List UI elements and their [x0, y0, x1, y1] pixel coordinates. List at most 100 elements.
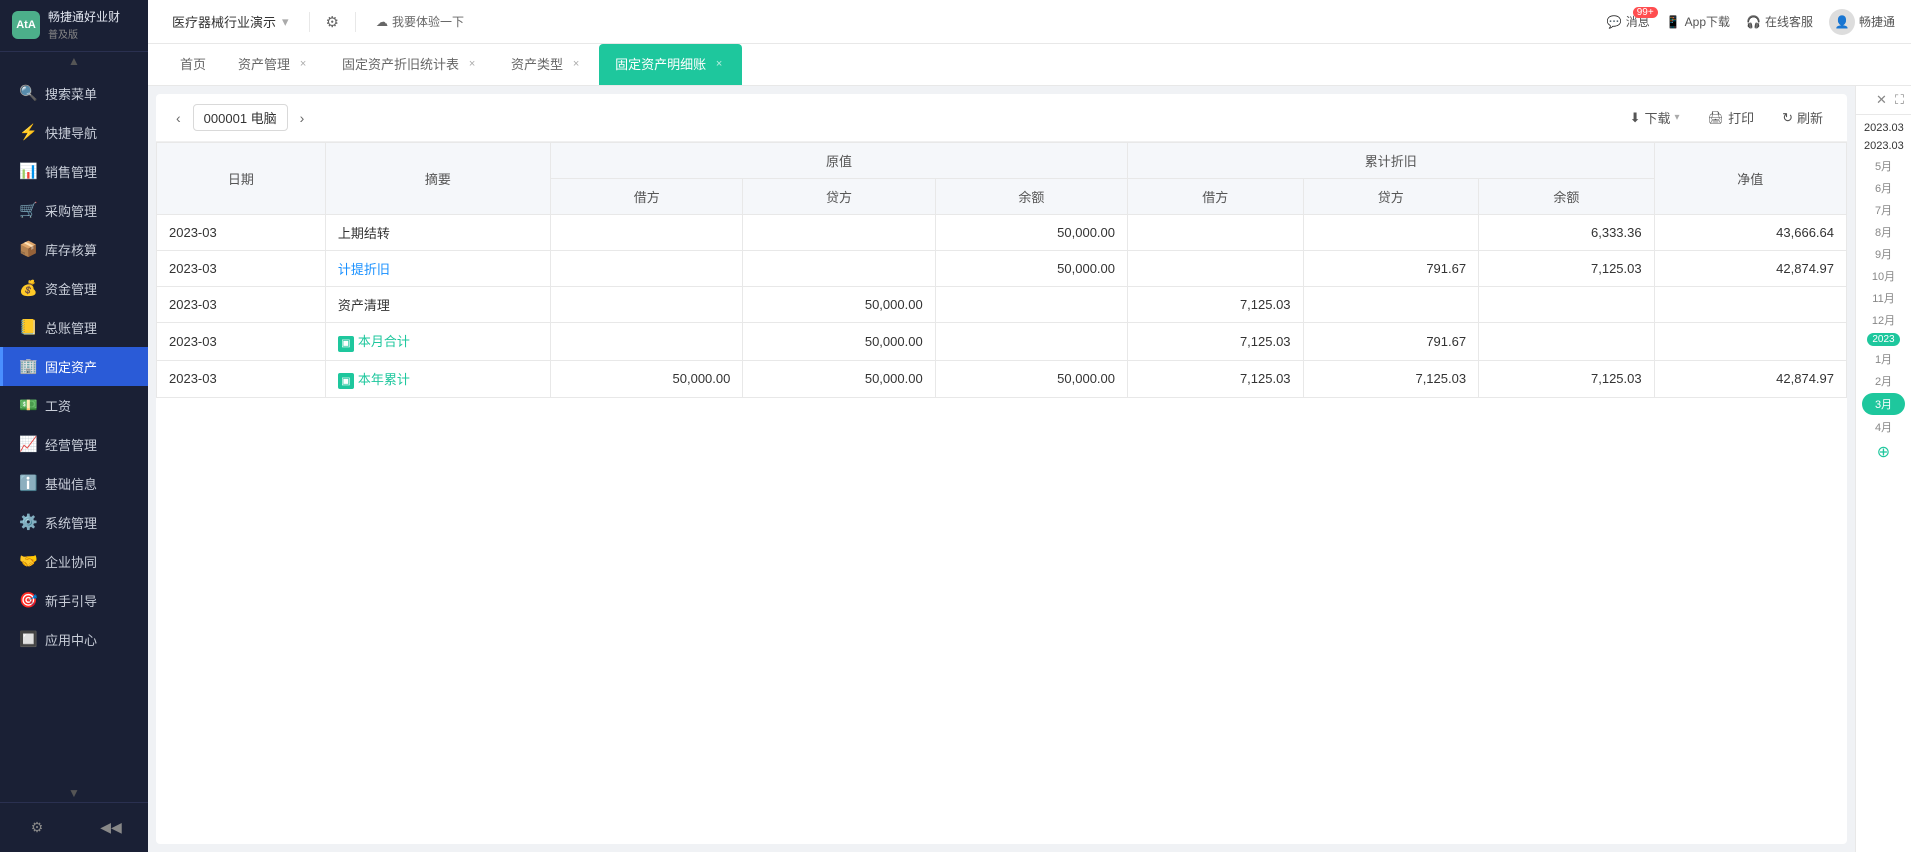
tab-home-label: 首页 — [180, 54, 206, 73]
prev-asset-button[interactable]: ‹ — [172, 108, 185, 128]
expand-panel-button[interactable]: ⛶ — [1892, 90, 1907, 110]
messages-button[interactable]: 💬 消息 99+ — [1607, 13, 1650, 30]
close-panel-button[interactable]: ✕ — [1873, 90, 1890, 110]
cell-dep-debit — [1128, 215, 1304, 251]
main-panel: ‹ 000001 电脑 › ⬇ 下载 ▾ 🖨 打印 ↻ 刷新 — [156, 94, 1847, 844]
timeline-month[interactable]: 9月 — [1856, 243, 1911, 265]
sidebar-item-label: 新手引导 — [45, 591, 97, 610]
tab-asset-type[interactable]: 资产类型 × — [495, 44, 599, 85]
sidebar-item-funds[interactable]: 💰 资金管理 — [0, 269, 148, 308]
cell-dep-balance — [1479, 287, 1655, 323]
app-download-button[interactable]: 📱 App下载 — [1666, 13, 1730, 30]
sidebar-scroll-down[interactable]: ▼ — [68, 786, 80, 800]
col-orig-balance: 余额 — [935, 179, 1127, 215]
sidebar-item-label: 企业协同 — [45, 552, 97, 571]
cell-net-value: 43,666.64 — [1654, 215, 1846, 251]
sidebar-item-ledger[interactable]: 📒 总账管理 — [0, 308, 148, 347]
asset-code-display: 000001 电脑 — [193, 104, 288, 131]
sidebar-scroll-up[interactable]: ▲ — [68, 54, 80, 68]
cell-dep-credit: 791.67 — [1303, 323, 1479, 361]
col-net-value: 净值 — [1654, 143, 1846, 215]
inventory-icon: 📦 — [19, 240, 37, 258]
tab-asset-detail-ledger-close[interactable]: × — [712, 57, 726, 71]
print-button[interactable]: 🖨 打印 — [1700, 104, 1763, 131]
refresh-button[interactable]: ↻ 刷新 — [1774, 104, 1831, 131]
summary-text: 资产清理 — [338, 298, 390, 313]
sidebar-item-inventory[interactable]: 📦 库存核算 — [0, 230, 148, 269]
cell-date: 2023-03 — [157, 360, 326, 398]
cell-dep-balance: 7,125.03 — [1479, 360, 1655, 398]
cell-orig-balance: 50,000.00 — [935, 215, 1127, 251]
user-menu[interactable]: 👤 畅捷通 — [1829, 9, 1895, 35]
sidebar-item-label: 应用中心 — [45, 630, 97, 649]
sidebar-bottom: ⚙ ◀◀ — [0, 802, 148, 852]
apps-icon: 🔲 — [19, 630, 37, 648]
sidebar-item-guide[interactable]: 🎯 新手引导 — [0, 581, 148, 620]
header-divider-2 — [355, 12, 356, 32]
refresh-icon: ↻ — [1782, 110, 1793, 126]
experience-button[interactable]: ☁ 我要体验一下 — [368, 9, 472, 34]
tab-depreciation-stats-close[interactable]: × — [465, 57, 479, 71]
sidebar-item-purchase[interactable]: 🛒 采购管理 — [0, 191, 148, 230]
customer-service-button[interactable]: 🎧 在线客服 — [1746, 13, 1813, 30]
sidebar-settings-button[interactable]: ⚙ — [0, 811, 74, 844]
sidebar-item-collab[interactable]: 🤝 企业协同 — [0, 542, 148, 581]
timeline-month[interactable]: 1月 — [1856, 348, 1911, 370]
sidebar-item-sales[interactable]: 📊 销售管理 — [0, 152, 148, 191]
sidebar-item-basic-info[interactable]: ℹ️ 基础信息 — [0, 464, 148, 503]
sales-icon: 📊 — [19, 162, 37, 180]
header-settings-button[interactable]: ⚙ — [322, 9, 343, 35]
timeline-month[interactable]: 12月 — [1856, 309, 1911, 331]
next-asset-button[interactable]: › — [296, 108, 309, 128]
timeline-month[interactable]: 2月 — [1856, 370, 1911, 392]
tab-asset-type-close[interactable]: × — [569, 57, 583, 71]
sidebar-collapse-button[interactable]: ◀◀ — [74, 811, 148, 844]
logo-icon: AtA — [12, 11, 40, 39]
sidebar-item-quick-nav[interactable]: ⚡ 快捷导航 — [0, 113, 148, 152]
timeline-month[interactable]: 5月 — [1856, 155, 1911, 177]
tab-depreciation-stats[interactable]: 固定资产折旧统计表 × — [326, 44, 495, 85]
cloud-icon: ☁ — [376, 15, 388, 29]
tab-depreciation-stats-label: 固定资产折旧统计表 — [342, 54, 459, 73]
sidebar-item-label: 总账管理 — [45, 318, 97, 337]
timeline-month[interactable]: 8月 — [1856, 221, 1911, 243]
download-button[interactable]: ⬇ 下载 ▾ — [1622, 104, 1688, 131]
timeline-month[interactable]: 6月 — [1856, 177, 1911, 199]
timeline-month-active[interactable]: 3月 — [1862, 393, 1905, 415]
purchase-icon: 🛒 — [19, 201, 37, 219]
print-label: 打印 — [1728, 108, 1754, 127]
sidebar-item-label: 快捷导航 — [45, 123, 97, 142]
headset-icon: 🎧 — [1746, 15, 1761, 29]
tab-asset-detail-ledger[interactable]: 固定资产明细账 × — [599, 44, 742, 85]
timeline-month[interactable]: 7月 — [1856, 199, 1911, 221]
sidebar-item-apps[interactable]: 🔲 应用中心 — [0, 620, 148, 659]
timeline-month[interactable]: 10月 — [1856, 265, 1911, 287]
tab-asset-management[interactable]: 资产管理 × — [222, 44, 326, 85]
download-icon: ⬇ — [1630, 110, 1641, 126]
asset-navigation: ‹ 000001 电脑 › ⬇ 下载 ▾ 🖨 打印 ↻ 刷新 — [156, 94, 1847, 142]
tab-asset-management-close[interactable]: × — [296, 57, 310, 71]
cell-dep-balance — [1479, 323, 1655, 361]
cell-summary: 计提折旧 — [325, 251, 550, 287]
sidebar-item-payroll[interactable]: 💵 工资 — [0, 386, 148, 425]
cell-orig-balance — [935, 287, 1127, 323]
sidebar-item-search[interactable]: 🔍 搜索菜单 — [0, 74, 148, 113]
payroll-icon: 💵 — [19, 396, 37, 414]
sidebar-item-fixed-assets[interactable]: 🏢 固定资产 — [0, 347, 148, 386]
sidebar-item-system[interactable]: ⚙️ 系统管理 — [0, 503, 148, 542]
timeline-month[interactable]: 4月 — [1856, 416, 1911, 438]
cell-orig-credit: 50,000.00 — [743, 360, 935, 398]
timeline-month[interactable]: 11月 — [1856, 287, 1911, 309]
tab-asset-type-label: 资产类型 — [511, 54, 563, 73]
cell-summary: ▣本月合计 — [325, 323, 550, 361]
summary-link[interactable]: 计提折旧 — [338, 262, 390, 277]
col-orig-credit: 贷方 — [743, 179, 935, 215]
timeline-scroll-down[interactable]: ⊕ — [1856, 438, 1911, 466]
tab-home[interactable]: 首页 — [164, 44, 222, 85]
col-original-value: 原值 — [551, 143, 1128, 179]
col-accumulated-dep: 累计折旧 — [1128, 143, 1655, 179]
sidebar-item-operations[interactable]: 📈 经营管理 — [0, 425, 148, 464]
company-selector[interactable]: 医疗器械行业演示 ▾ — [164, 8, 297, 35]
tab-asset-management-label: 资产管理 — [238, 54, 290, 73]
dropdown-icon: ▾ — [282, 14, 289, 30]
